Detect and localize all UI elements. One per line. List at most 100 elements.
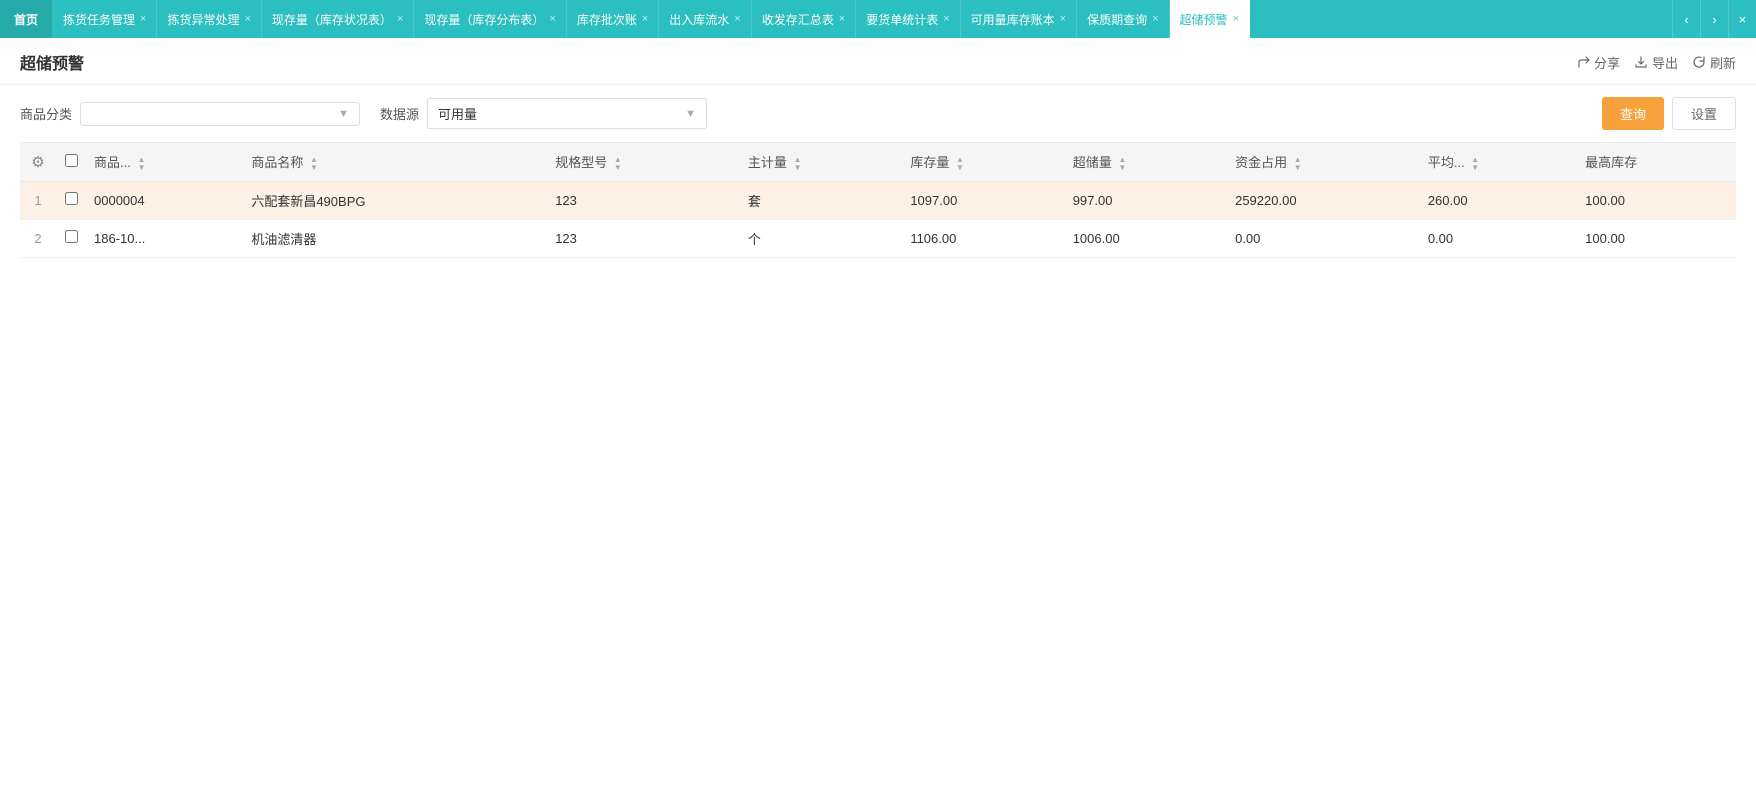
table-row: 1 0000004 六配套新昌490BPG 123 套 1097.00 997.… <box>20 181 1736 219</box>
sort-icon: ▲▼ <box>614 156 622 172</box>
row-checkbox-cell <box>56 219 86 257</box>
share-icon <box>1576 55 1590 69</box>
th-checkbox <box>56 143 86 182</box>
close-icon[interactable]: × <box>397 13 403 25</box>
th-spec[interactable]: 规格型号 ▲▼ <box>547 143 740 182</box>
sort-icon: ▲▼ <box>1118 156 1126 172</box>
cell-avg: 0.00 <box>1420 219 1577 257</box>
nav-arrow-right[interactable]: › <box>1700 0 1728 38</box>
nav-tab-8[interactable]: 可用量库存账本 × <box>961 0 1077 38</box>
row-number: 1 <box>20 181 56 219</box>
filter-actions: 查询 设置 <box>1602 97 1736 130</box>
close-icon[interactable]: × <box>734 13 740 25</box>
th-avg[interactable]: 平均... ▲▼ <box>1420 143 1577 182</box>
top-navigation: 首页 拣货任务管理 × 拣货异常处理 × 现存量（库存状况表） × 现存量（库存… <box>0 0 1756 38</box>
table-row: 2 186-10... 机油滤清器 123 个 1106.00 1006.00 … <box>20 219 1736 257</box>
category-select[interactable]: ▼ <box>80 102 360 126</box>
cell-spec: 123 <box>547 181 740 219</box>
nav-arrow-group: ‹ › × <box>1672 0 1756 38</box>
cell-stock: 1097.00 <box>902 181 1064 219</box>
category-label: 商品分类 <box>20 104 72 123</box>
cell-max-stock: 100.00 <box>1577 181 1736 219</box>
export-action[interactable]: 导出 <box>1634 53 1678 72</box>
nav-tab-7[interactable]: 要货单统计表 × <box>856 0 960 38</box>
header-actions: 分享 导出 刷新 <box>1576 53 1736 72</box>
sort-icon: ▲▼ <box>137 156 145 172</box>
select-all-checkbox[interactable] <box>65 154 78 167</box>
close-icon[interactable]: × <box>642 13 648 25</box>
filter-bar: 商品分类 ▼ 数据源 可用量 ▼ 查询 设置 <box>0 85 1756 142</box>
nav-tab-9[interactable]: 保质期查询 × <box>1077 0 1169 38</box>
chevron-down-icon: ▼ <box>685 108 696 120</box>
datasource-select[interactable]: 可用量 ▼ <box>427 98 707 129</box>
row-checkbox[interactable] <box>65 192 78 205</box>
th-product-code[interactable]: 商品... ▲▼ <box>86 143 243 182</box>
close-icon[interactable]: × <box>1152 13 1158 25</box>
cell-product-name: 六配套新昌490BPG <box>243 181 547 219</box>
nav-tab-6[interactable]: 收发存汇总表 × <box>752 0 856 38</box>
share-action[interactable]: 分享 <box>1576 53 1620 72</box>
page-header: 超储预警 分享 导出 刷新 <box>0 38 1756 85</box>
query-button[interactable]: 查询 <box>1602 97 1664 130</box>
nav-tab-list: 拣货任务管理 × 拣货异常处理 × 现存量（库存状况表） × 现存量（库存分布表… <box>53 0 1672 38</box>
th-over-stock[interactable]: 超储量 ▲▼ <box>1065 143 1227 182</box>
nav-tab-3[interactable]: 现存量（库存分布表） × <box>414 0 566 38</box>
nav-tab-0[interactable]: 拣货任务管理 × <box>53 0 157 38</box>
th-capital[interactable]: 资金占用 ▲▼ <box>1227 143 1420 182</box>
close-icon[interactable]: × <box>943 13 949 25</box>
close-icon[interactable]: × <box>1060 13 1066 25</box>
sort-icon: ▲▼ <box>310 156 318 172</box>
refresh-icon <box>1692 55 1706 69</box>
sort-icon: ▲▼ <box>1294 156 1302 172</box>
sort-icon: ▲▼ <box>794 156 802 172</box>
cell-product-name: 机油滤清器 <box>243 219 547 257</box>
row-checkbox[interactable] <box>65 230 78 243</box>
nav-arrow-close[interactable]: × <box>1728 0 1756 38</box>
cell-capital: 0.00 <box>1227 219 1420 257</box>
nav-tab-4[interactable]: 库存批次账 × <box>567 0 659 38</box>
close-icon[interactable]: × <box>1233 13 1239 25</box>
row-number: 2 <box>20 219 56 257</box>
th-max-stock[interactable]: 最高库存 <box>1577 143 1736 182</box>
cell-stock: 1106.00 <box>902 219 1064 257</box>
data-table: ⚙ 商品... ▲▼ 商品名称 ▲▼ 规格型号 ▲▼ <box>20 142 1736 258</box>
cell-unit: 套 <box>740 181 902 219</box>
chevron-down-icon: ▼ <box>338 108 349 120</box>
export-icon <box>1634 55 1648 69</box>
cell-over-stock: 997.00 <box>1065 181 1227 219</box>
row-checkbox-cell <box>56 181 86 219</box>
cell-product-code: 0000004 <box>86 181 243 219</box>
nav-home[interactable]: 首页 <box>0 0 53 38</box>
close-icon[interactable]: × <box>244 13 250 25</box>
close-icon[interactable]: × <box>839 13 845 25</box>
close-icon[interactable]: × <box>549 13 555 25</box>
category-filter: 商品分类 ▼ <box>20 102 360 126</box>
th-product-name[interactable]: 商品名称 ▲▼ <box>243 143 547 182</box>
settings-button[interactable]: 设置 <box>1672 97 1736 130</box>
sort-icon: ▲▼ <box>956 156 964 172</box>
close-icon[interactable]: × <box>140 13 146 25</box>
datasource-label: 数据源 <box>380 104 419 123</box>
cell-avg: 260.00 <box>1420 181 1577 219</box>
datasource-select-value: 可用量 <box>438 104 477 123</box>
data-table-wrapper: ⚙ 商品... ▲▼ 商品名称 ▲▼ 规格型号 ▲▼ <box>0 142 1756 258</box>
table-header-row: ⚙ 商品... ▲▼ 商品名称 ▲▼ 规格型号 ▲▼ <box>20 143 1736 182</box>
nav-tab-2[interactable]: 现存量（库存状况表） × <box>262 0 414 38</box>
nav-tab-10[interactable]: 超储预警 × <box>1170 0 1250 38</box>
cell-spec: 123 <box>547 219 740 257</box>
cell-over-stock: 1006.00 <box>1065 219 1227 257</box>
datasource-filter: 数据源 可用量 ▼ <box>380 98 707 129</box>
cell-capital: 259220.00 <box>1227 181 1420 219</box>
cell-max-stock: 100.00 <box>1577 219 1736 257</box>
refresh-action[interactable]: 刷新 <box>1692 53 1736 72</box>
th-unit[interactable]: 主计量 ▲▼ <box>740 143 902 182</box>
nav-arrow-left[interactable]: ‹ <box>1672 0 1700 38</box>
th-stock[interactable]: 库存量 ▲▼ <box>902 143 1064 182</box>
page-title: 超储预警 <box>20 50 84 74</box>
cell-unit: 个 <box>740 219 902 257</box>
th-gear: ⚙ <box>20 143 56 182</box>
sort-icon: ▲▼ <box>1471 156 1479 172</box>
nav-tab-1[interactable]: 拣货异常处理 × <box>157 0 261 38</box>
cell-product-code: 186-10... <box>86 219 243 257</box>
nav-tab-5[interactable]: 出入库流水 × <box>659 0 751 38</box>
